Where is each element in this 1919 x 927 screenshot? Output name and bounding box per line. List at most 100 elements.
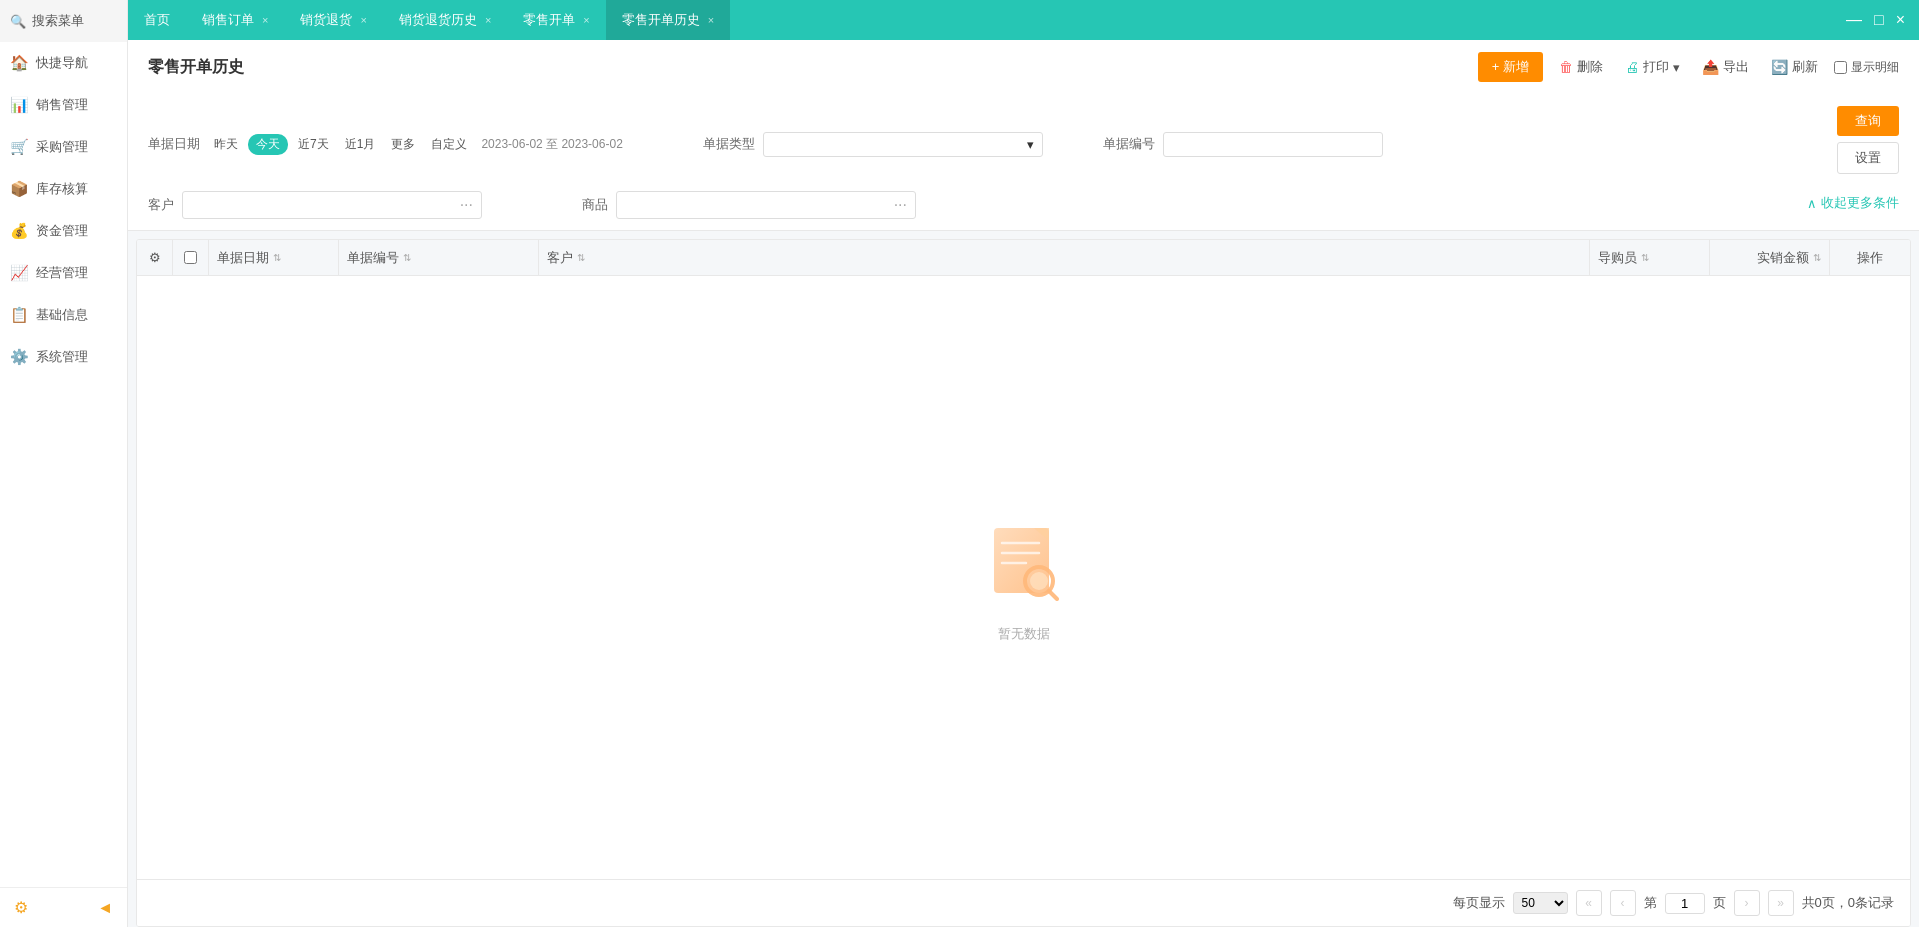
tab-sales-order-close[interactable]: × bbox=[262, 14, 268, 26]
date-btns: 昨天 今天 近7天 近1月 更多 自定义 bbox=[208, 134, 473, 155]
export-icon: 📤 bbox=[1702, 59, 1719, 75]
date-btn-custom[interactable]: 自定义 bbox=[425, 134, 473, 155]
date-btn-7days[interactable]: 近7天 bbox=[292, 134, 335, 155]
tab-sales-return-history-close[interactable]: × bbox=[485, 14, 491, 26]
add-button[interactable]: + 新增 bbox=[1478, 52, 1543, 82]
filter-area: 单据日期 昨天 今天 近7天 近1月 更多 自定义 2023-06-02 至 2… bbox=[148, 92, 1899, 230]
footer-settings-icon[interactable]: ⚙ bbox=[14, 898, 28, 917]
print-icon: 🖨 bbox=[1625, 59, 1639, 75]
th-order-no-label: 单据编号 bbox=[347, 249, 399, 267]
tab-retail-open[interactable]: 零售开单 × bbox=[507, 0, 605, 40]
customer-select[interactable]: ··· bbox=[182, 191, 482, 219]
sort-customer-icon: ⇅ bbox=[577, 252, 585, 263]
sidebar-item-label: 基础信息 bbox=[36, 306, 88, 324]
tab-retail-history-close[interactable]: × bbox=[708, 14, 714, 26]
product-dots-icon: ··· bbox=[894, 196, 907, 214]
sidebar-item-purchase-mgmt[interactable]: 🛒 采购管理 bbox=[0, 126, 127, 168]
window-controls: — □ × bbox=[1846, 11, 1919, 29]
print-button[interactable]: 🖨 打印 ▾ bbox=[1619, 54, 1686, 80]
refresh-button[interactable]: 🔄 刷新 bbox=[1765, 54, 1824, 80]
sidebar-item-quick-nav[interactable]: 🏠 快捷导航 bbox=[0, 42, 127, 84]
table-wrapper: ⚙ 单据日期 ⇅ 单据编号 ⇅ 客户 ⇅ 导购员 bbox=[136, 239, 1911, 927]
main-area: 首页 销售订单 × 销货退货 × 销货退货历史 × 零售开单 × 零售开单历史 … bbox=[128, 0, 1919, 927]
tab-sales-order[interactable]: 销售订单 × bbox=[186, 0, 284, 40]
sidebar-item-label: 快捷导航 bbox=[36, 54, 88, 72]
th-checkbox[interactable] bbox=[173, 240, 209, 275]
money-icon: 💰 bbox=[10, 222, 28, 240]
tab-sales-return[interactable]: 销货退货 × bbox=[284, 0, 382, 40]
date-btn-1month[interactable]: 近1月 bbox=[339, 134, 382, 155]
tab-sales-return-close[interactable]: × bbox=[360, 14, 366, 26]
sidebar-item-sales-mgmt[interactable]: 📊 销售管理 bbox=[0, 84, 127, 126]
tab-sales-return-history[interactable]: 销货退货历史 × bbox=[383, 0, 507, 40]
th-date[interactable]: 单据日期 ⇅ bbox=[209, 240, 339, 275]
sidebar-nav: 🏠 快捷导航 📊 销售管理 🛒 采购管理 📦 库存核算 💰 资金管理 📈 经营管… bbox=[0, 42, 127, 887]
home-icon: 🏠 bbox=[10, 54, 28, 72]
last-page-btn[interactable]: » bbox=[1768, 890, 1794, 916]
query-button[interactable]: 查询 bbox=[1837, 106, 1899, 136]
tab-home[interactable]: 首页 bbox=[128, 0, 186, 40]
th-amount[interactable]: 实销金额 ⇅ bbox=[1710, 240, 1830, 275]
tab-retail-open-label: 零售开单 bbox=[523, 11, 575, 29]
sort-guide-icon: ⇅ bbox=[1641, 252, 1649, 263]
collapse-filter-btn[interactable]: ∧ 收起更多条件 bbox=[1807, 190, 1899, 220]
date-btn-more[interactable]: 更多 bbox=[385, 134, 421, 155]
settings-button[interactable]: 设置 bbox=[1837, 142, 1899, 174]
th-customer[interactable]: 客户 ⇅ bbox=[539, 240, 1590, 275]
tab-home-label: 首页 bbox=[144, 11, 170, 29]
top-nav: 首页 销售订单 × 销货退货 × 销货退货历史 × 零售开单 × 零售开单历史 … bbox=[128, 0, 1919, 40]
delete-label: 删除 bbox=[1577, 58, 1603, 76]
sidebar-item-operations[interactable]: 📈 经营管理 bbox=[0, 252, 127, 294]
per-page-select[interactable]: 50 10 20 100 bbox=[1513, 892, 1568, 914]
svg-point-5 bbox=[1030, 572, 1048, 590]
date-btn-yesterday[interactable]: 昨天 bbox=[208, 134, 244, 155]
gear-icon: ⚙️ bbox=[10, 348, 28, 366]
order-type-select[interactable]: ▾ bbox=[763, 132, 1043, 157]
tab-retail-history-label: 零售开单历史 bbox=[622, 11, 700, 29]
first-page-btn[interactable]: « bbox=[1576, 890, 1602, 916]
th-order-no[interactable]: 单据编号 ⇅ bbox=[339, 240, 539, 275]
sidebar-search[interactable]: 🔍 搜索菜单 bbox=[0, 0, 127, 42]
page-header: 零售开单历史 + 新增 🗑 删除 🖨 打印 ▾ 📤 导出 bbox=[128, 40, 1919, 231]
th-settings[interactable]: ⚙ bbox=[137, 240, 173, 275]
delete-button[interactable]: 🗑 删除 bbox=[1553, 54, 1609, 80]
cart-icon: 🛒 bbox=[10, 138, 28, 156]
select-all-checkbox[interactable] bbox=[184, 251, 197, 264]
product-select[interactable]: ··· bbox=[616, 191, 916, 219]
prev-page-btn[interactable]: ‹ bbox=[1610, 890, 1636, 916]
sidebar-item-label: 库存核算 bbox=[36, 180, 88, 198]
trending-icon: 📈 bbox=[10, 264, 28, 282]
th-guide-label: 导购员 bbox=[1598, 249, 1637, 267]
date-btn-today[interactable]: 今天 bbox=[248, 134, 288, 155]
sidebar-item-sys-mgmt[interactable]: ⚙️ 系统管理 bbox=[0, 336, 127, 378]
page-label-pre: 第 bbox=[1644, 894, 1657, 912]
close-btn[interactable]: × bbox=[1896, 11, 1905, 29]
sidebar-item-inventory[interactable]: 📦 库存核算 bbox=[0, 168, 127, 210]
sidebar-item-basic-info[interactable]: 📋 基础信息 bbox=[0, 294, 127, 336]
footer-collapse-icon[interactable]: ◄ bbox=[97, 899, 113, 917]
print-arrow-icon: ▾ bbox=[1673, 60, 1680, 75]
export-button[interactable]: 📤 导出 bbox=[1696, 54, 1755, 80]
show-detail-checkbox[interactable] bbox=[1834, 61, 1847, 74]
show-detail-checkbox-label[interactable]: 显示明细 bbox=[1834, 59, 1899, 76]
sort-date-icon: ⇅ bbox=[273, 252, 281, 263]
table-body: 暂无数据 bbox=[137, 276, 1910, 879]
search-icon: 🔍 bbox=[10, 14, 26, 29]
sort-amount-icon: ⇅ bbox=[1813, 252, 1821, 263]
next-page-btn[interactable]: › bbox=[1734, 890, 1760, 916]
th-guide[interactable]: 导购员 ⇅ bbox=[1590, 240, 1710, 275]
filter-row-2: 客户 ··· 商品 ··· bbox=[148, 186, 1899, 224]
date-range-display: 2023-06-02 至 2023-06-02 bbox=[481, 136, 622, 153]
tab-retail-open-close[interactable]: × bbox=[583, 14, 589, 26]
delete-icon: 🗑 bbox=[1559, 59, 1573, 75]
table-header: ⚙ 单据日期 ⇅ 单据编号 ⇅ 客户 ⇅ 导购员 bbox=[137, 240, 1910, 276]
filter-order-no: 单据编号 bbox=[1103, 132, 1383, 157]
tab-retail-history[interactable]: 零售开单历史 × bbox=[606, 0, 730, 40]
page-number-input[interactable] bbox=[1665, 893, 1705, 914]
minimize-btn[interactable]: — bbox=[1846, 11, 1862, 29]
maximize-btn[interactable]: □ bbox=[1874, 11, 1884, 29]
product-label: 商品 bbox=[582, 196, 608, 214]
order-type-label: 单据类型 bbox=[703, 135, 755, 153]
sidebar-item-finance[interactable]: 💰 资金管理 bbox=[0, 210, 127, 252]
order-no-input[interactable] bbox=[1163, 132, 1383, 157]
